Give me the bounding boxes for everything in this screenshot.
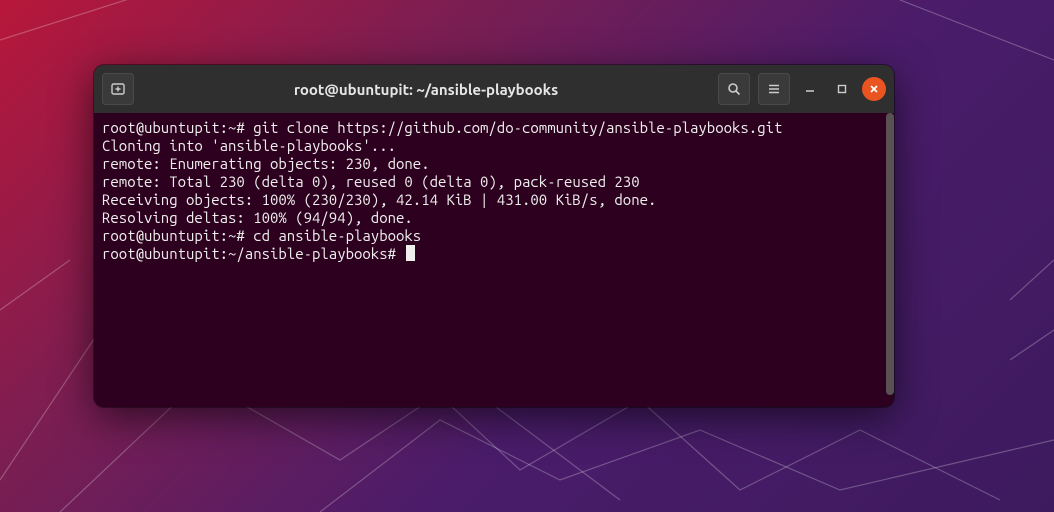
terminal-line: remote: Enumerating objects: 230, done. xyxy=(102,155,886,173)
terminal-line: Receiving objects: 100% (230/230), 42.14… xyxy=(102,191,886,209)
window-title: root@ubuntupit: ~/ansible-playbooks xyxy=(134,81,718,98)
minimize-button[interactable] xyxy=(798,77,822,101)
menu-button[interactable] xyxy=(758,73,790,105)
maximize-button[interactable] xyxy=(830,77,854,101)
close-button[interactable] xyxy=(862,77,886,101)
scrollbar[interactable] xyxy=(886,113,894,395)
terminal-line: root@ubuntupit:~# git clone https://gith… xyxy=(102,119,886,137)
terminal-line: remote: Total 230 (delta 0), reused 0 (d… xyxy=(102,173,886,191)
titlebar: root@ubuntupit: ~/ansible-playbooks xyxy=(94,65,894,113)
new-tab-button[interactable] xyxy=(102,73,134,105)
terminal-line: Resolving deltas: 100% (94/94), done. xyxy=(102,209,886,227)
terminal-body[interactable]: root@ubuntupit:~# git clone https://gith… xyxy=(94,113,894,407)
terminal-prompt-line: root@ubuntupit:~/ansible-playbooks# xyxy=(102,245,886,263)
search-button[interactable] xyxy=(718,73,750,105)
terminal-window: root@ubuntupit: ~/ansible-playbooks xyxy=(94,65,894,407)
terminal-line: Cloning into 'ansible-playbooks'... xyxy=(102,137,886,155)
terminal-prompt-text: root@ubuntupit:~/ansible-playbooks# xyxy=(102,245,404,262)
terminal-line: root@ubuntupit:~# cd ansible-playbooks xyxy=(102,227,886,245)
cursor-icon xyxy=(406,245,415,261)
